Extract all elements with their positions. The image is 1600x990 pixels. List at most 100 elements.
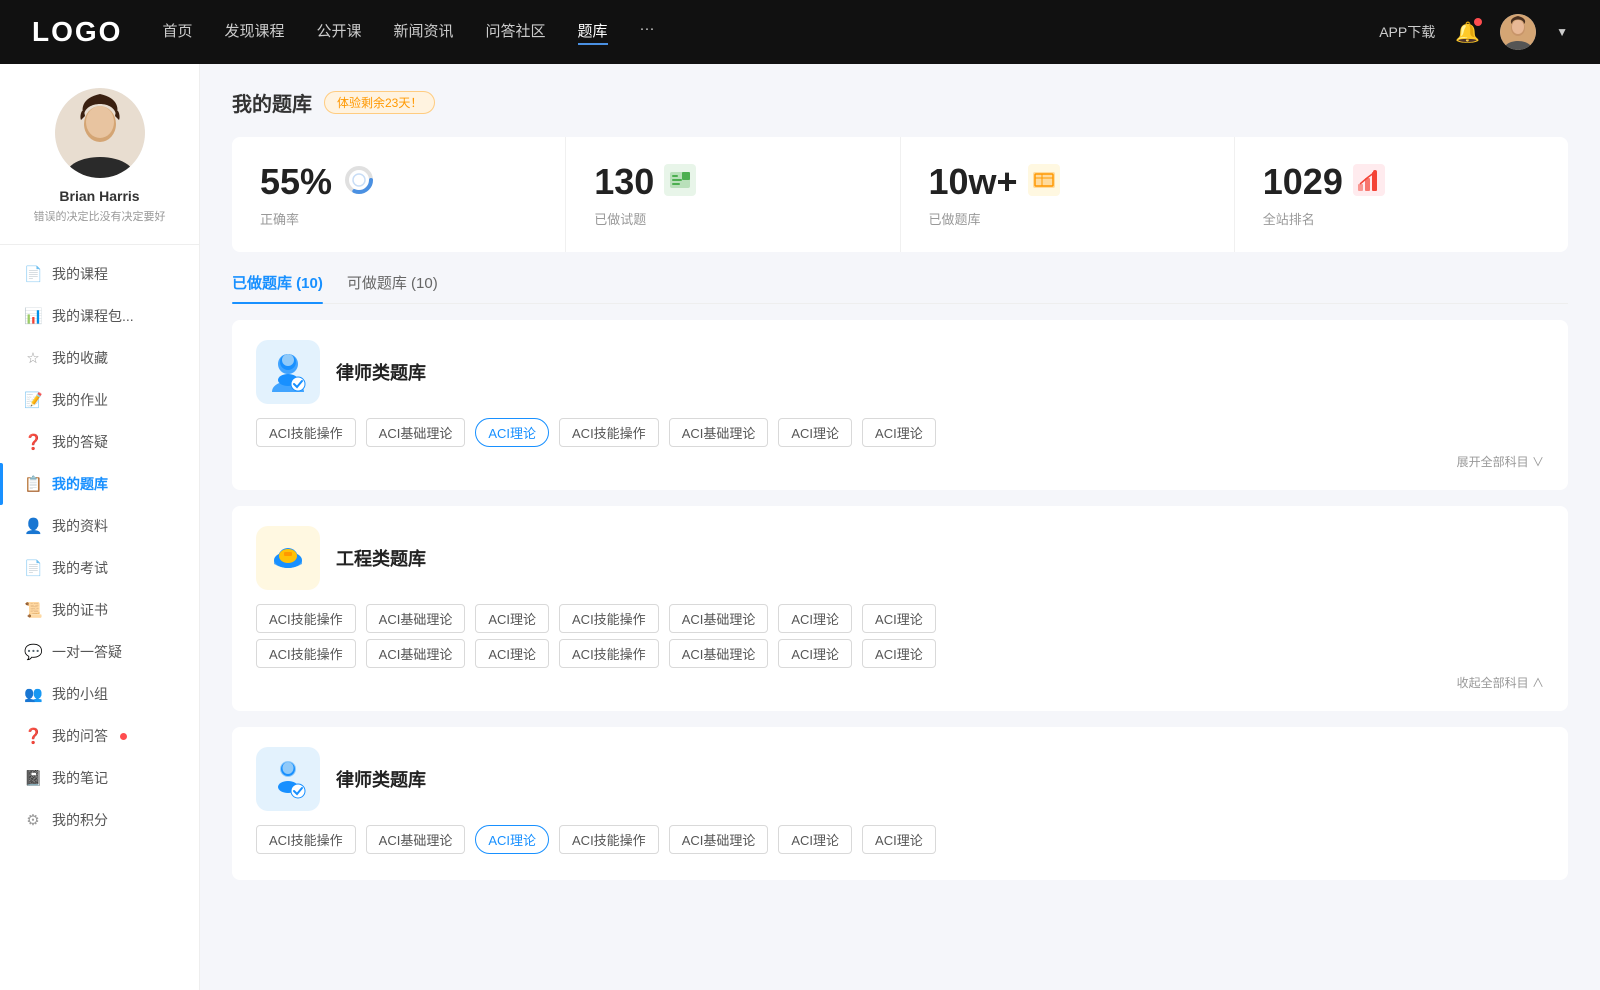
tag[interactable]: ACI技能操作 (559, 418, 659, 447)
sidebar-item-points[interactable]: ⚙ 我的积分 (0, 799, 199, 841)
sidebar-label-notes: 我的笔记 (52, 768, 108, 788)
sidebar-label-info: 我的资料 (52, 516, 108, 536)
tag[interactable]: ACI理论 (475, 639, 549, 668)
bank-card-lawyer-2: 律师类题库 ACI技能操作 ACI基础理论 ACI理论 ACI技能操作 ACI基… (232, 727, 1568, 880)
ask-icon: ❓ (24, 727, 42, 745)
sidebar-item-qa[interactable]: ❓ 我的答疑 (0, 421, 199, 463)
sidebar-item-cert[interactable]: 📜 我的证书 (0, 589, 199, 631)
sidebar-item-collect[interactable]: ☆ 我的收藏 (0, 337, 199, 379)
tag[interactable]: ACI理论 (778, 639, 852, 668)
tag[interactable]: ACI理论 (778, 418, 852, 447)
user-dropdown-icon[interactable]: ▼ (1556, 25, 1568, 39)
bank-card-lawyer-1-tags: ACI技能操作 ACI基础理论 ACI理论 ACI技能操作 ACI基础理论 AC… (256, 418, 1544, 447)
sidebar-label-points: 我的积分 (52, 810, 108, 830)
package-icon: 📊 (24, 307, 42, 325)
nav-discover[interactable]: 发现课程 (224, 20, 284, 45)
tab-done-banks[interactable]: 已做题库 (10) (232, 272, 323, 303)
stat-rank-value: 1029 (1263, 161, 1343, 203)
tag-active[interactable]: ACI理论 (475, 825, 549, 854)
rank-icon (1353, 164, 1385, 201)
sidebar-item-ask[interactable]: ❓ 我的问答 (0, 715, 199, 757)
tab-available-banks[interactable]: 可做题库 (10) (347, 272, 438, 303)
tag[interactable]: ACI技能操作 (559, 825, 659, 854)
sidebar-label-homework: 我的作业 (52, 390, 108, 410)
stat-rank-label: 全站排名 (1263, 209, 1540, 228)
sidebar-item-package[interactable]: 📊 我的课程包... (0, 295, 199, 337)
sidebar-item-notes[interactable]: 📓 我的笔记 (0, 757, 199, 799)
nav-news[interactable]: 新闻资讯 (394, 20, 454, 45)
stat-banks-value: 10w+ (929, 161, 1018, 203)
stat-rank-top: 1029 (1263, 161, 1540, 203)
stats-row: 55% 正确率 130 (232, 137, 1568, 252)
sidebar-item-bank[interactable]: 📋 我的题库 (0, 463, 199, 505)
notes-icon: 📓 (24, 769, 42, 787)
sidebar-item-exam[interactable]: 📄 我的考试 (0, 547, 199, 589)
nav-menu: 首页 发现课程 公开课 新闻资讯 问答社区 题库 ··· (162, 20, 1379, 45)
tag[interactable]: ACI技能操作 (256, 604, 356, 633)
tag[interactable]: ACI技能操作 (256, 825, 356, 854)
tag[interactable]: ACI基础理论 (366, 604, 466, 633)
stat-accuracy-top: 55% (260, 161, 537, 203)
sidebar-item-tutor[interactable]: 💬 一对一答疑 (0, 631, 199, 673)
app-download-btn[interactable]: APP下载 (1379, 22, 1435, 42)
main-content: 我的题库 体验剩余23天！ 55% 正确率 (200, 64, 1600, 990)
stat-accuracy-label: 正确率 (260, 209, 537, 228)
info-icon: 👤 (24, 517, 42, 535)
sidebar: Brian Harris 错误的决定比没有决定要好 📄 我的课程 📊 我的课程包… (0, 64, 200, 990)
points-icon: ⚙ (24, 811, 42, 829)
bell-dot (1474, 18, 1482, 26)
sidebar-item-course[interactable]: 📄 我的课程 (0, 253, 199, 295)
homework-icon: 📝 (24, 391, 42, 409)
lawyer-icon-1 (256, 340, 320, 404)
stat-banks-label: 已做题库 (929, 209, 1206, 228)
tag-active[interactable]: ACI理论 (475, 418, 549, 447)
tag[interactable]: ACI技能操作 (256, 418, 356, 447)
stat-done: 130 已做试题 (566, 137, 900, 252)
tag[interactable]: ACI基础理论 (366, 639, 466, 668)
nav-bank[interactable]: 题库 (578, 20, 608, 45)
nav-open-course[interactable]: 公开课 (316, 20, 361, 45)
tag[interactable]: ACI理论 (862, 604, 936, 633)
bell-icon[interactable]: 🔔 (1455, 20, 1480, 45)
user-avatar[interactable] (1500, 14, 1536, 50)
tag[interactable]: ACI技能操作 (256, 639, 356, 668)
collapse-link-engineer[interactable]: 收起全部科目 ∧ (256, 674, 1544, 691)
page-layout: Brian Harris 错误的决定比没有决定要好 📄 我的课程 📊 我的课程包… (0, 64, 1600, 990)
tag[interactable]: ACI基础理论 (669, 604, 769, 633)
nav-qa[interactable]: 问答社区 (486, 20, 546, 45)
sidebar-item-info[interactable]: 👤 我的资料 (0, 505, 199, 547)
profile-motto: 错误的决定比没有决定要好 (34, 208, 166, 224)
sidebar-label-ask: 我的问答 (52, 726, 108, 746)
sidebar-item-group[interactable]: 👥 我的小组 (0, 673, 199, 715)
tag[interactable]: ACI基础理论 (669, 639, 769, 668)
sidebar-menu: 📄 我的课程 📊 我的课程包... ☆ 我的收藏 📝 我的作业 ❓ 我的答疑 📋 (0, 253, 199, 841)
sidebar-item-homework[interactable]: 📝 我的作业 (0, 379, 199, 421)
tag[interactable]: ACI理论 (862, 418, 936, 447)
nav-home[interactable]: 首页 (162, 20, 192, 45)
stat-banks-top: 10w+ (929, 161, 1206, 203)
bank-card-engineer-tags-2: ACI技能操作 ACI基础理论 ACI理论 ACI技能操作 ACI基础理论 AC… (256, 639, 1544, 668)
tag[interactable]: ACI技能操作 (559, 639, 659, 668)
tag[interactable]: ACI基础理论 (669, 825, 769, 854)
engineer-icon (256, 526, 320, 590)
stat-done-label: 已做试题 (594, 209, 871, 228)
bank-card-engineer-header: 工程类题库 (256, 526, 1544, 590)
stat-accuracy: 55% 正确率 (232, 137, 566, 252)
tag[interactable]: ACI理论 (475, 604, 549, 633)
tag[interactable]: ACI基础理论 (366, 825, 466, 854)
sidebar-label-collect: 我的收藏 (52, 348, 108, 368)
nav-more[interactable]: ··· (640, 20, 655, 45)
profile-name: Brian Harris (59, 188, 139, 204)
tag[interactable]: ACI理论 (778, 604, 852, 633)
navbar-right: APP下载 🔔 ▼ (1379, 14, 1568, 50)
tabs-row: 已做题库 (10) 可做题库 (10) (232, 272, 1568, 304)
expand-link-lawyer-1[interactable]: 展开全部科目 ∨ (256, 453, 1544, 470)
tag[interactable]: ACI理论 (862, 639, 936, 668)
tag[interactable]: ACI技能操作 (559, 604, 659, 633)
bank-card-lawyer-1-title: 律师类题库 (336, 359, 426, 385)
tag[interactable]: ACI基础理论 (366, 418, 466, 447)
tag[interactable]: ACI理论 (778, 825, 852, 854)
exam-icon: 📄 (24, 559, 42, 577)
tag[interactable]: ACI基础理论 (669, 418, 769, 447)
tag[interactable]: ACI理论 (862, 825, 936, 854)
